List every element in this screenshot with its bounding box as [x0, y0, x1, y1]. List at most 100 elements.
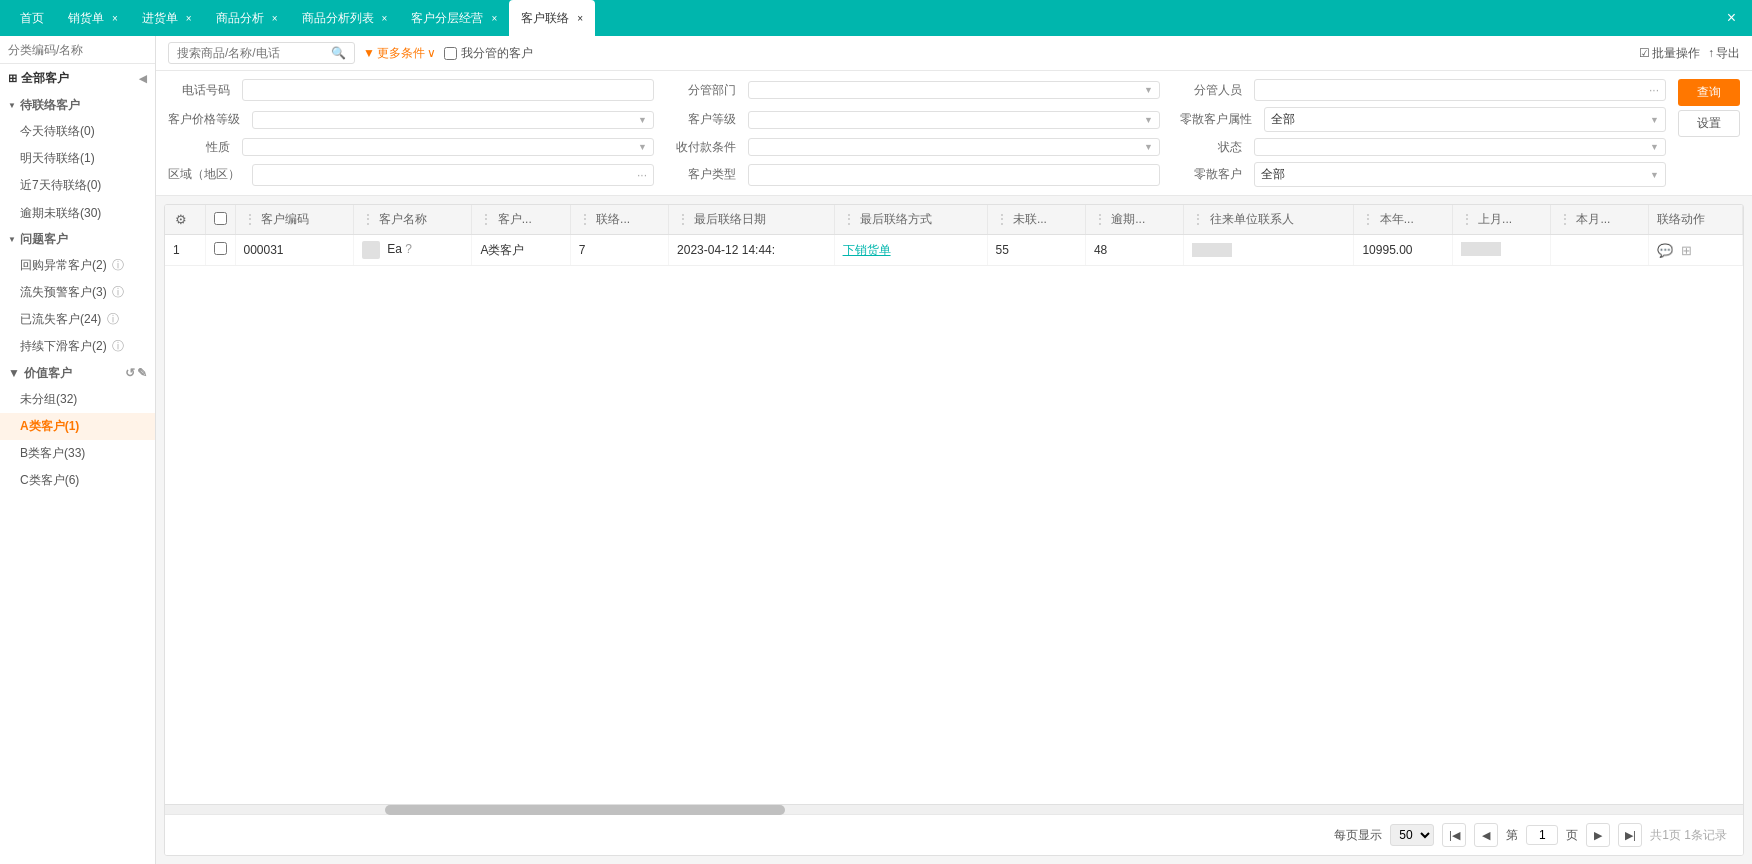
close-sales-tab[interactable]: ×	[112, 13, 118, 24]
customer-table: ⚙ ⋮ 客户编码 ⋮ 客户名称	[165, 205, 1743, 266]
sort-icon-this-month[interactable]: ⋮	[1559, 212, 1571, 226]
next-page-btn[interactable]: ▶	[1586, 823, 1610, 847]
cell-last-method: 下销货单	[834, 235, 987, 266]
chat-icon[interactable]: 💬	[1657, 243, 1673, 258]
query-button[interactable]: 查询	[1678, 79, 1740, 106]
phone-input[interactable]	[242, 79, 654, 101]
sort-icon-name[interactable]: ⋮	[362, 212, 374, 226]
sidebar-collapse-btn[interactable]: ◀	[139, 73, 147, 84]
batch-ops-btn[interactable]: ☑ 批量操作	[1639, 45, 1700, 62]
arrow-down-icon-3: ▼	[8, 366, 20, 380]
app-close-button[interactable]: ×	[1719, 9, 1744, 27]
dept-select[interactable]: ▼	[748, 81, 1160, 99]
pending-contact-group[interactable]: ▼ 待联络客户	[0, 93, 155, 118]
sidebar-item-today[interactable]: 今天待联络(0)	[0, 118, 155, 145]
payment-select[interactable]: ▼	[748, 138, 1160, 156]
customer-level-label: 客户等级	[674, 111, 744, 128]
refresh-icon[interactable]: ↺	[125, 366, 135, 380]
sidebar-item-ungrouped[interactable]: 未分组(32)	[0, 386, 155, 413]
manager-input[interactable]: ···	[1254, 79, 1666, 101]
nav-tab-sales[interactable]: 销货单 ×	[56, 0, 130, 36]
filter-search-input[interactable]	[177, 46, 327, 60]
price-level-select[interactable]: ▼	[252, 111, 654, 129]
sort-icon-year[interactable]: ⋮	[1362, 212, 1374, 226]
filter-row-3: 性质 ▼ 收付款条件 ▼	[168, 138, 1666, 156]
nature-select[interactable]: ▼	[242, 138, 654, 156]
value-customers-group[interactable]: ▼ 价值客户 ↺ ✎	[0, 361, 155, 386]
scrollbar-thumb[interactable]	[385, 805, 785, 815]
select-all-checkbox[interactable]	[214, 212, 227, 225]
sidebar-item-repurchase-abnormal[interactable]: 回购异常客户(2) ⓘ	[0, 252, 155, 279]
sidebar-search-bar: 🔍	[0, 36, 155, 64]
sort-icon-date[interactable]: ⋮	[677, 212, 689, 226]
more-filters-btn[interactable]: ▼ 更多条件 ∨	[363, 45, 436, 62]
status-select[interactable]: ▼	[1254, 138, 1666, 156]
export-btn[interactable]: ↑ 导出	[1708, 45, 1740, 62]
sidebar-search-input[interactable]	[8, 43, 156, 57]
last-method-link[interactable]: 下销货单	[843, 243, 891, 257]
sidebar-item-declining[interactable]: 持续下滑客户(2) ⓘ	[0, 333, 155, 360]
nav-tab-customer-contact[interactable]: 客户联络 ×	[509, 0, 595, 36]
page-size-select[interactable]: 50	[1390, 824, 1434, 846]
table-scroll[interactable]: ⚙ ⋮ 客户编码 ⋮ 客户名称	[165, 205, 1743, 804]
page-number-input[interactable]	[1526, 825, 1558, 845]
sort-icon-no-contact[interactable]: ⋮	[996, 212, 1008, 226]
horizontal-scrollbar[interactable]	[165, 804, 1743, 814]
nav-tab-home[interactable]: 首页	[8, 0, 56, 36]
customer-type-input[interactable]	[748, 164, 1160, 186]
nav-tab-customer-segment[interactable]: 客户分层经营 ×	[399, 0, 509, 36]
sort-icon-overdue[interactable]: ⋮	[1094, 212, 1106, 226]
sort-icon-method[interactable]: ⋮	[843, 212, 855, 226]
table-settings-icon[interactable]: ⚙	[173, 212, 189, 228]
sort-icon-unit[interactable]: ⋮	[1192, 212, 1204, 226]
th-code: ⋮ 客户编码	[235, 205, 353, 235]
edit-icon[interactable]: ✎	[137, 366, 147, 380]
sidebar-item-class-c[interactable]: C类客户(6)	[0, 467, 155, 494]
export-icon: ↑	[1708, 46, 1714, 60]
retail-attr-select[interactable]: 全部 ▼	[1264, 107, 1666, 132]
setting-button[interactable]: 设置	[1678, 110, 1740, 137]
th-level: ⋮ 客户...	[472, 205, 570, 235]
customer-level-select[interactable]: ▼	[748, 111, 1160, 129]
sidebar-item-class-a[interactable]: A类客户(1)	[0, 413, 155, 440]
filter-cell-phone: 电话号码	[168, 79, 654, 101]
status-arrow-icon: ▼	[1650, 142, 1659, 152]
th-unit-contact: ⋮ 往来单位联系人	[1184, 205, 1354, 235]
sort-icon-contact[interactable]: ⋮	[579, 212, 591, 226]
close-product-list-tab[interactable]: ×	[382, 13, 388, 24]
my-customers-check[interactable]	[444, 47, 457, 60]
region-dots-icon: ···	[637, 168, 647, 182]
region-label: 区域（地区）	[168, 166, 248, 183]
nav-tab-product-analysis[interactable]: 商品分析 ×	[204, 0, 290, 36]
close-product-analysis-tab[interactable]: ×	[272, 13, 278, 24]
region-input[interactable]: ···	[252, 164, 654, 186]
sidebar-item-overdue[interactable]: 逾期未联络(30)	[0, 200, 155, 227]
sort-icon-code[interactable]: ⋮	[244, 212, 256, 226]
prev-page-btn[interactable]: ◀	[1474, 823, 1498, 847]
retail-customer-select[interactable]: 全部 ▼	[1254, 162, 1666, 187]
filter-cell-customer-level: 客户等级 ▼	[674, 111, 1160, 129]
cell-overdue: 48	[1085, 235, 1183, 266]
pagination: 每页显示 50 |◀ ◀ 第 页 ▶ ▶| 共1页 1条记录	[165, 814, 1743, 855]
sort-icon-level[interactable]: ⋮	[480, 212, 492, 226]
dots-icon: ···	[1649, 83, 1659, 97]
filter-search-icon[interactable]: 🔍	[331, 46, 346, 60]
qr-icon[interactable]: ⊞	[1681, 243, 1692, 258]
problem-customers-group[interactable]: ▼ 问题客户	[0, 227, 155, 252]
close-customer-segment-tab[interactable]: ×	[491, 13, 497, 24]
sidebar-item-tomorrow[interactable]: 明天待联络(1)	[0, 145, 155, 172]
sidebar-all-customers[interactable]: ⊞ 全部客户 ◀	[0, 64, 155, 93]
close-customer-contact-tab[interactable]: ×	[577, 13, 583, 24]
sidebar-item-churn-warning[interactable]: 流失预警客户(3) ⓘ	[0, 279, 155, 306]
sidebar-item-churned[interactable]: 已流失客户(24) ⓘ	[0, 306, 155, 333]
close-purchase-tab[interactable]: ×	[186, 13, 192, 24]
last-page-btn[interactable]: ▶|	[1618, 823, 1642, 847]
first-page-btn[interactable]: |◀	[1442, 823, 1466, 847]
my-customers-checkbox[interactable]: 我分管的客户	[444, 45, 533, 62]
sidebar-item-class-b[interactable]: B类客户(33)	[0, 440, 155, 467]
sidebar-item-7days[interactable]: 近7天待联络(0)	[0, 172, 155, 199]
sort-icon-last-month[interactable]: ⋮	[1461, 212, 1473, 226]
row-checkbox[interactable]	[214, 242, 227, 255]
nav-tab-product-list[interactable]: 商品分析列表 ×	[290, 0, 400, 36]
nav-tab-purchase[interactable]: 进货单 ×	[130, 0, 204, 36]
